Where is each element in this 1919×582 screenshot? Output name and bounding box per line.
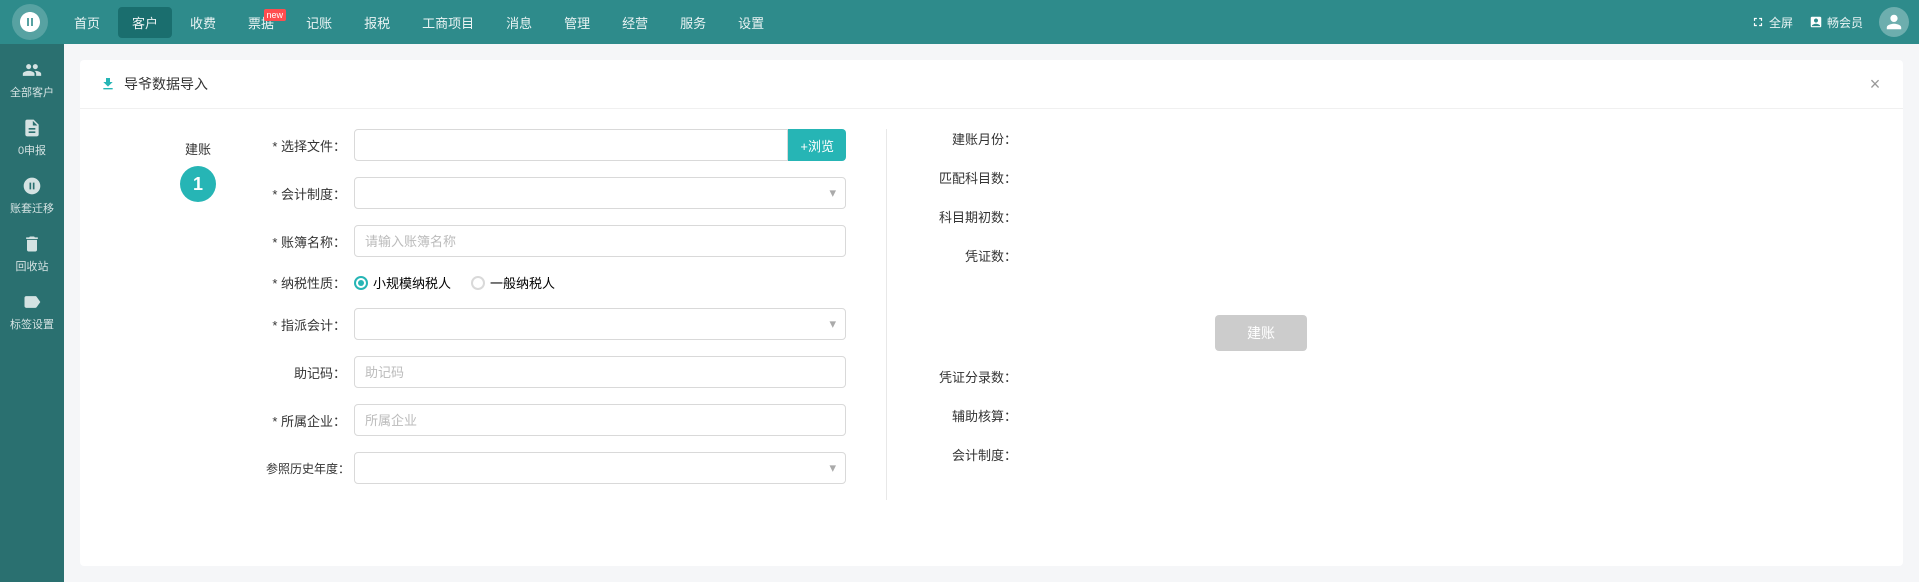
build-account-button[interactable]: 建账 bbox=[1215, 315, 1307, 351]
sidebar: 全部客户 0申报 账套迁移 回收站 标签设置 bbox=[0, 44, 64, 582]
nav-customer[interactable]: 客户 bbox=[118, 7, 172, 38]
logo bbox=[10, 2, 50, 42]
radio-general-icon bbox=[471, 276, 485, 290]
memo-code-input[interactable] bbox=[354, 356, 846, 388]
left-form: * 选择文件： +浏览 * 会计制度： ▾ bbox=[246, 129, 866, 500]
vouchers-label: 凭证数： bbox=[927, 246, 1017, 265]
sidebar-label-tag-settings: 标签设置 bbox=[10, 316, 54, 332]
company-label: * 所属企业： bbox=[266, 411, 346, 430]
main-layout: 全部客户 0申报 账套迁移 回收站 标签设置 bbox=[0, 44, 1919, 582]
reference-year-select-wrapper: ▾ bbox=[354, 452, 846, 484]
fullscreen-btn[interactable]: 全屏 bbox=[1751, 14, 1793, 31]
tax-nature-radio-group: 小规模纳税人 一般纳税人 bbox=[354, 273, 555, 292]
avatar[interactable] bbox=[1879, 7, 1909, 37]
accounting-system-row: 会计制度： bbox=[927, 445, 1387, 464]
accounting-system-label: 会计制度： bbox=[927, 445, 1017, 464]
accountant-select-wrapper: ▾ bbox=[354, 308, 846, 340]
file-input[interactable] bbox=[354, 129, 788, 161]
right-form: 建账月份： 匹配科目数： 科目期初数： 凭证数： bbox=[907, 129, 1407, 500]
sidebar-item-tag-settings[interactable]: 标签设置 bbox=[2, 284, 62, 340]
sidebar-label-zero-report: 0申报 bbox=[18, 142, 46, 158]
member-label: 畅会员 bbox=[1827, 14, 1863, 31]
file-label: * 选择文件： bbox=[266, 136, 346, 155]
account-system-select[interactable] bbox=[354, 177, 846, 209]
sidebar-item-all-customers[interactable]: 全部客户 bbox=[2, 52, 62, 108]
panel-header: 导爷数据导入 bbox=[80, 60, 1903, 109]
voucher-entries-row: 凭证分录数： bbox=[927, 367, 1387, 386]
radio-small-icon bbox=[354, 276, 368, 290]
voucher-entries-label: 凭证分录数： bbox=[927, 367, 1017, 386]
nav-right: 全屏 畅会员 bbox=[1751, 7, 1909, 37]
nav-operation[interactable]: 经营 bbox=[608, 7, 662, 38]
tax-option-small-label: 小规模纳税人 bbox=[373, 273, 451, 292]
nav-message[interactable]: 消息 bbox=[492, 7, 546, 38]
nav-items: 首页 客户 收费 票据 new 记账 报税 工商项目 消息 管理 经营 服务 设… bbox=[60, 7, 1751, 38]
reference-year-label: 参照历史年度： bbox=[266, 460, 346, 477]
sidebar-item-recycle[interactable]: 回收站 bbox=[2, 226, 62, 282]
page-panel: 导爷数据导入 × 建账 1 * 选择文件： +浏览 bbox=[80, 60, 1903, 566]
accountant-select[interactable] bbox=[354, 308, 846, 340]
subjects-initial-row: 科目期初数： bbox=[927, 207, 1387, 226]
tax-option-general-label: 一般纳税人 bbox=[490, 273, 555, 292]
sidebar-item-zero-report[interactable]: 0申报 bbox=[2, 110, 62, 166]
tax-nature-label: * 纳税性质： bbox=[266, 273, 346, 292]
nav-fee[interactable]: 收费 bbox=[176, 7, 230, 38]
memo-code-row: 助记码： bbox=[266, 356, 846, 388]
tax-option-general[interactable]: 一般纳税人 bbox=[471, 273, 555, 292]
form-area: 建账 1 * 选择文件： +浏览 * 会计制度： bbox=[80, 109, 1903, 520]
nav-home[interactable]: 首页 bbox=[60, 7, 114, 38]
company-input[interactable] bbox=[354, 404, 846, 436]
ledger-name-input[interactable] bbox=[354, 225, 846, 257]
new-badge: new bbox=[264, 9, 287, 22]
company-row: * 所属企业： bbox=[266, 404, 846, 436]
step-section: 建账 1 bbox=[80, 129, 246, 500]
ledger-name-label: * 账簿名称： bbox=[266, 232, 346, 251]
accounting-month-label: 建账月份： bbox=[927, 129, 1017, 148]
sidebar-label-all-customers: 全部客户 bbox=[10, 84, 54, 100]
fullscreen-label: 全屏 bbox=[1769, 14, 1793, 31]
aux-accounting-row: 辅助核算： bbox=[927, 406, 1387, 425]
vouchers-row: 凭证数： bbox=[927, 246, 1387, 265]
content-area: 导爷数据导入 × 建账 1 * 选择文件： +浏览 bbox=[64, 44, 1919, 582]
subjects-initial-label: 科目期初数： bbox=[927, 207, 1017, 226]
tax-option-small[interactable]: 小规模纳税人 bbox=[354, 273, 451, 292]
memo-code-label: 助记码： bbox=[266, 363, 346, 382]
file-input-group: +浏览 bbox=[354, 129, 846, 161]
accountant-label: * 指派会计： bbox=[266, 315, 346, 334]
tax-nature-row: * 纳税性质： 小规模纳税人 一般纳税人 bbox=[266, 273, 846, 292]
nav-tax[interactable]: 报税 bbox=[350, 7, 404, 38]
step-circle: 1 bbox=[180, 166, 216, 202]
account-system-select-wrapper: ▾ bbox=[354, 177, 846, 209]
reference-year-select[interactable] bbox=[354, 452, 846, 484]
nav-invoice[interactable]: 票据 new bbox=[234, 7, 288, 38]
sidebar-label-recycle: 回收站 bbox=[16, 258, 49, 274]
top-navbar: 首页 客户 收费 票据 new 记账 报税 工商项目 消息 管理 经营 服务 设… bbox=[0, 0, 1919, 44]
nav-manage[interactable]: 管理 bbox=[550, 7, 604, 38]
form-divider bbox=[886, 129, 887, 500]
account-system-row: * 会计制度： ▾ bbox=[266, 177, 846, 209]
step-label: 建账 bbox=[185, 139, 211, 158]
close-button[interactable]: × bbox=[1863, 72, 1887, 96]
sidebar-label-account-migration: 账套迁移 bbox=[10, 200, 54, 216]
sidebar-item-account-migration[interactable]: 账套迁移 bbox=[2, 168, 62, 224]
reference-year-row: 参照历史年度： ▾ bbox=[266, 452, 846, 484]
nav-settings[interactable]: 设置 bbox=[724, 7, 778, 38]
panel-title: 导爷数据导入 bbox=[124, 74, 208, 94]
file-row: * 选择文件： +浏览 bbox=[266, 129, 846, 161]
nav-service[interactable]: 服务 bbox=[666, 7, 720, 38]
match-subjects-label: 匹配科目数： bbox=[927, 168, 1017, 187]
account-system-label: * 会计制度： bbox=[266, 184, 346, 203]
ledger-name-row: * 账簿名称： bbox=[266, 225, 846, 257]
nav-business[interactable]: 工商项目 bbox=[408, 7, 488, 38]
aux-accounting-label: 辅助核算： bbox=[927, 406, 1017, 425]
nav-bookkeeping[interactable]: 记账 bbox=[292, 7, 346, 38]
match-subjects-row: 匹配科目数： bbox=[927, 168, 1387, 187]
accounting-month-row: 建账月份： bbox=[927, 129, 1387, 148]
accountant-row: * 指派会计： ▾ bbox=[266, 308, 846, 340]
member-btn[interactable]: 畅会员 bbox=[1809, 14, 1863, 31]
browse-button[interactable]: +浏览 bbox=[788, 129, 846, 161]
